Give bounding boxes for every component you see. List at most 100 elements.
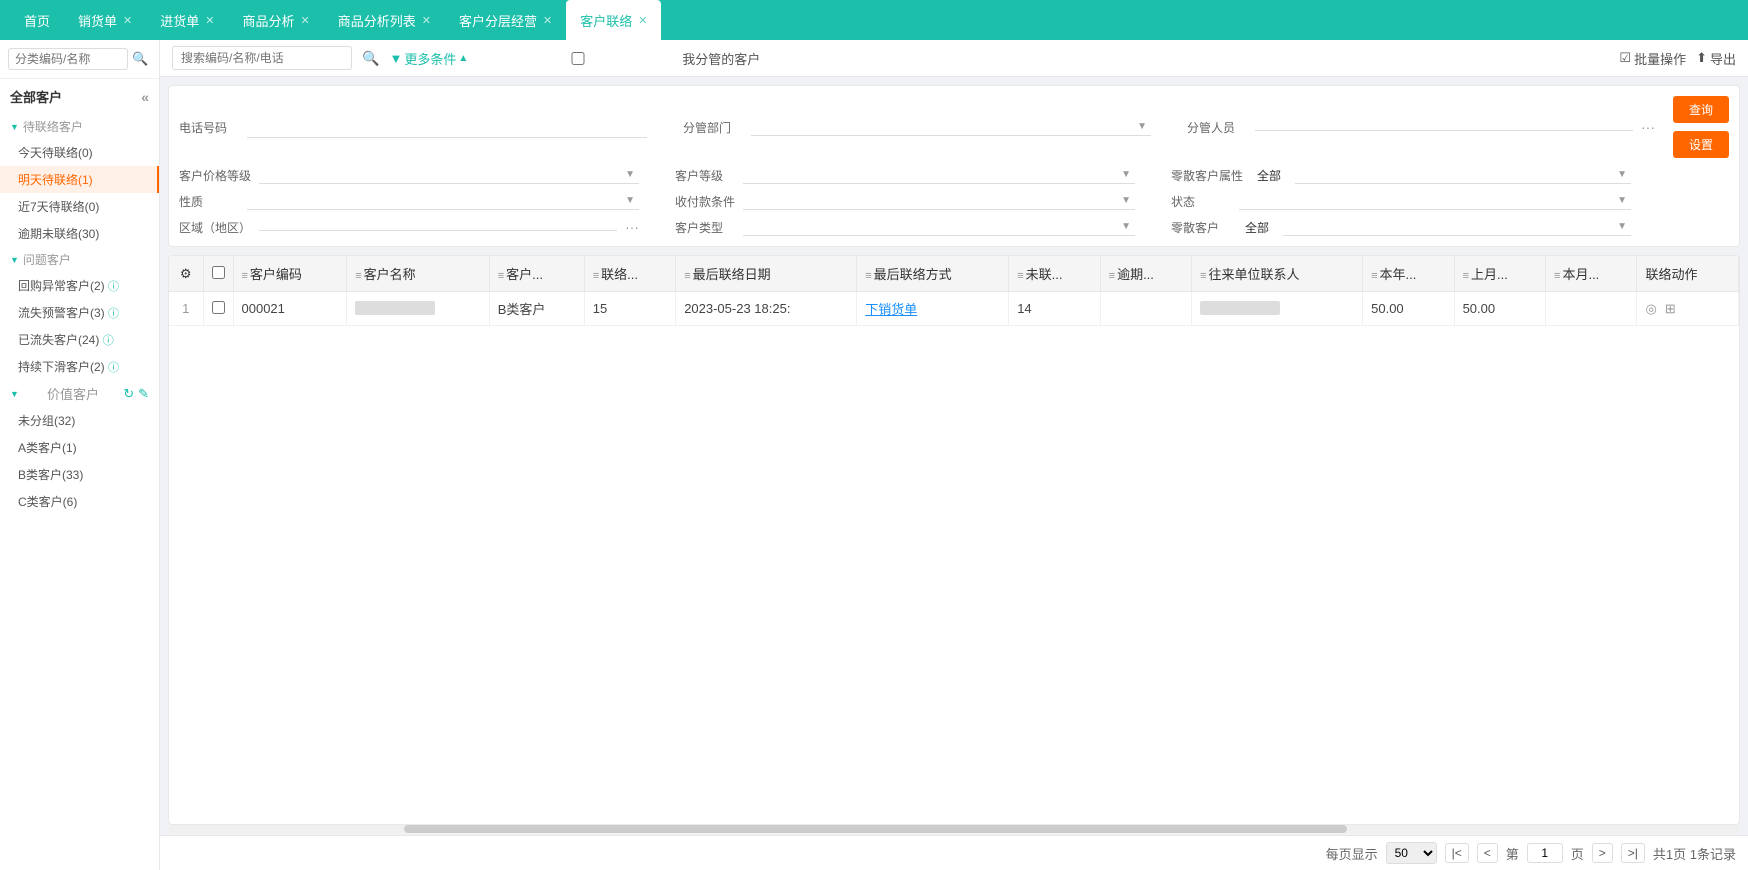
- row-contact-count: 15: [584, 292, 675, 326]
- th-code[interactable]: ≡客户编码: [233, 256, 347, 292]
- sidebar-item-b-class[interactable]: B类客户(33): [0, 461, 159, 488]
- nav-contact-close-icon[interactable]: ✕: [638, 14, 647, 27]
- row-last-method[interactable]: 下销货单: [857, 292, 1009, 326]
- payment-select[interactable]: ▼: [743, 192, 1135, 210]
- th-last-month[interactable]: ≡上月...: [1454, 256, 1545, 292]
- main-search-icon[interactable]: 🔍: [362, 50, 379, 67]
- collapse-icon[interactable]: «: [141, 89, 149, 105]
- nav-product-analysis-list[interactable]: 商品分析列表 ✕: [324, 0, 445, 40]
- nav-customer-segment[interactable]: 客户分层经营 ✕: [445, 0, 566, 40]
- nav-purchase-close-icon[interactable]: ✕: [205, 14, 214, 27]
- th-settings[interactable]: ⚙: [169, 256, 203, 292]
- more-conditions-button[interactable]: ▼ 更多条件 ▲: [389, 49, 468, 68]
- nav-product-analysis[interactable]: 商品分析 ✕: [228, 0, 323, 40]
- customer-level-arrow: ▼: [1121, 169, 1131, 180]
- row-index: 1: [169, 292, 203, 326]
- export-label: 导出: [1710, 49, 1736, 68]
- nav-segment-close-icon[interactable]: ✕: [543, 14, 552, 27]
- main-search-input[interactable]: [172, 46, 352, 70]
- nav-product-analysis-close-icon[interactable]: ✕: [301, 14, 310, 27]
- nav-sales-close-icon[interactable]: ✕: [123, 14, 132, 27]
- per-page-select[interactable]: 50 10 20 100: [1386, 842, 1437, 864]
- th-this-month[interactable]: ≡本月...: [1546, 256, 1637, 292]
- th-this-year[interactable]: ≡本年...: [1363, 256, 1454, 292]
- select-all-checkbox[interactable]: [212, 266, 225, 279]
- th-last-contact-date[interactable]: ≡最后联络日期: [676, 256, 857, 292]
- contact-icon[interactable]: ◎: [1645, 301, 1656, 317]
- th-contact-count[interactable]: ≡联络...: [584, 256, 675, 292]
- sidebar-item-ungrouped[interactable]: 未分组(32): [0, 407, 159, 434]
- sidebar-all-customers[interactable]: 全部客户 «: [0, 79, 159, 114]
- sidebar-item-overdue[interactable]: 逾期未联络(30): [0, 220, 159, 247]
- row-checkbox[interactable]: [203, 292, 233, 326]
- filter-manager: 分管人员 ···: [1187, 119, 1655, 136]
- prev-page-button[interactable]: <: [1477, 843, 1498, 863]
- customer-level-select[interactable]: ▼: [743, 166, 1135, 184]
- filter-actions: 查询 设置: [1663, 96, 1729, 158]
- th-uncontacted[interactable]: ≡未联...: [1009, 256, 1100, 292]
- status-select[interactable]: ▼: [1239, 192, 1631, 210]
- sidebar-item-churn-warning[interactable]: 流失预警客户(3) ⓘ: [0, 299, 159, 326]
- query-button[interactable]: 查询: [1673, 96, 1729, 123]
- last-method-link[interactable]: 下销货单: [865, 302, 917, 317]
- nav-purchase-order[interactable]: 进货单 ✕: [146, 0, 228, 40]
- sidebar-item-c-class[interactable]: C类客户(6): [0, 488, 159, 515]
- region-dots-icon[interactable]: ···: [625, 219, 639, 235]
- my-customers-checkbox-area[interactable]: 我分管的客户: [478, 49, 760, 68]
- my-customers-checkbox[interactable]: [478, 52, 678, 65]
- manager-select[interactable]: [1255, 124, 1633, 131]
- sidebar-search-input[interactable]: [8, 48, 128, 70]
- first-page-button[interactable]: |<: [1445, 843, 1469, 863]
- region-select[interactable]: [259, 224, 617, 231]
- nav-purchase-label: 进货单: [160, 11, 199, 30]
- top-navigation: 首页 销货单 ✕ 进货单 ✕ 商品分析 ✕ 商品分析列表 ✕ 客户分层经营 ✕ …: [0, 0, 1748, 40]
- set-button[interactable]: 设置: [1673, 131, 1729, 158]
- sidebar-item-tomorrow[interactable]: 明天待联络(1): [0, 166, 159, 193]
- sidebar-item-churned[interactable]: 已流失客户(24) ⓘ: [0, 326, 159, 353]
- nav-home[interactable]: 首页: [10, 0, 64, 40]
- edit-icon[interactable]: ✎: [138, 386, 149, 402]
- sidebar-item-today[interactable]: 今天待联络(0): [0, 139, 159, 166]
- sidebar-search-icon[interactable]: 🔍: [132, 51, 148, 67]
- table-header-row: ⚙ ≡客户编码 ≡客户名称 ≡客户... ≡联络... ≡最后联络日期 ≡最后联…: [169, 256, 1739, 292]
- sidebar-item-declining[interactable]: 持续下滑客户(2) ⓘ: [0, 353, 159, 380]
- th-contact-person[interactable]: ≡往来单位联系人: [1192, 256, 1363, 292]
- last-page-button[interactable]: >|: [1621, 843, 1645, 863]
- filter-region: 区域（地区） ···: [179, 219, 639, 236]
- customer-type-select[interactable]: ▼: [743, 218, 1135, 236]
- th-last-contact-method[interactable]: ≡最后联络方式: [857, 256, 1009, 292]
- th-name[interactable]: ≡客户名称: [347, 256, 489, 292]
- horizontal-scrollbar[interactable]: [168, 825, 1740, 833]
- phone-input[interactable]: [247, 117, 647, 138]
- retail-select[interactable]: ▼: [1283, 218, 1631, 236]
- retail-attr-label: 零散客户属性: [1171, 167, 1243, 184]
- row-select-checkbox[interactable]: [212, 301, 225, 314]
- more-action-icon[interactable]: ⊞: [1665, 301, 1676, 317]
- scrollbar-thumb[interactable]: [404, 825, 1347, 833]
- th-overdue[interactable]: ≡逾期...: [1100, 256, 1191, 292]
- sidebar-item-7days[interactable]: 近7天待联络(0): [0, 193, 159, 220]
- batch-operation-button[interactable]: ☑ 批量操作: [1619, 49, 1686, 68]
- contact-person-blurred: [1200, 301, 1280, 315]
- filter-row-3: 性质 ▼ 收付款条件 ▼ 状态: [179, 192, 1729, 210]
- retail-label: 零散客户: [1171, 219, 1231, 236]
- table-row: 1 000021 B类客户 15 2023-05-23 18:25:: [169, 292, 1739, 326]
- refresh-icon[interactable]: ↻: [123, 386, 134, 402]
- price-level-select[interactable]: ▼: [259, 166, 639, 184]
- sidebar-item-abnormal[interactable]: 回购异常客户(2) ⓘ: [0, 272, 159, 299]
- nature-select[interactable]: ▼: [247, 192, 639, 210]
- dept-select[interactable]: ▼: [751, 118, 1151, 136]
- retail-attr-select[interactable]: ▼: [1295, 166, 1631, 184]
- sidebar-item-a-class[interactable]: A类客户(1): [0, 434, 159, 461]
- th-customer-type[interactable]: ≡客户...: [489, 256, 584, 292]
- th-checkbox[interactable]: [203, 256, 233, 292]
- nav-sales-order[interactable]: 销货单 ✕: [64, 0, 146, 40]
- export-button[interactable]: ⬆ 导出: [1696, 49, 1736, 68]
- row-this-year: 50.00: [1363, 292, 1454, 326]
- settings-icon[interactable]: ⚙: [180, 266, 192, 281]
- nav-product-list-close-icon[interactable]: ✕: [422, 14, 431, 27]
- nav-customer-contact[interactable]: 客户联络 ✕: [566, 0, 661, 40]
- manager-dots-icon[interactable]: ···: [1641, 119, 1655, 135]
- next-page-button[interactable]: >: [1592, 843, 1613, 863]
- page-number-input[interactable]: [1527, 843, 1563, 863]
